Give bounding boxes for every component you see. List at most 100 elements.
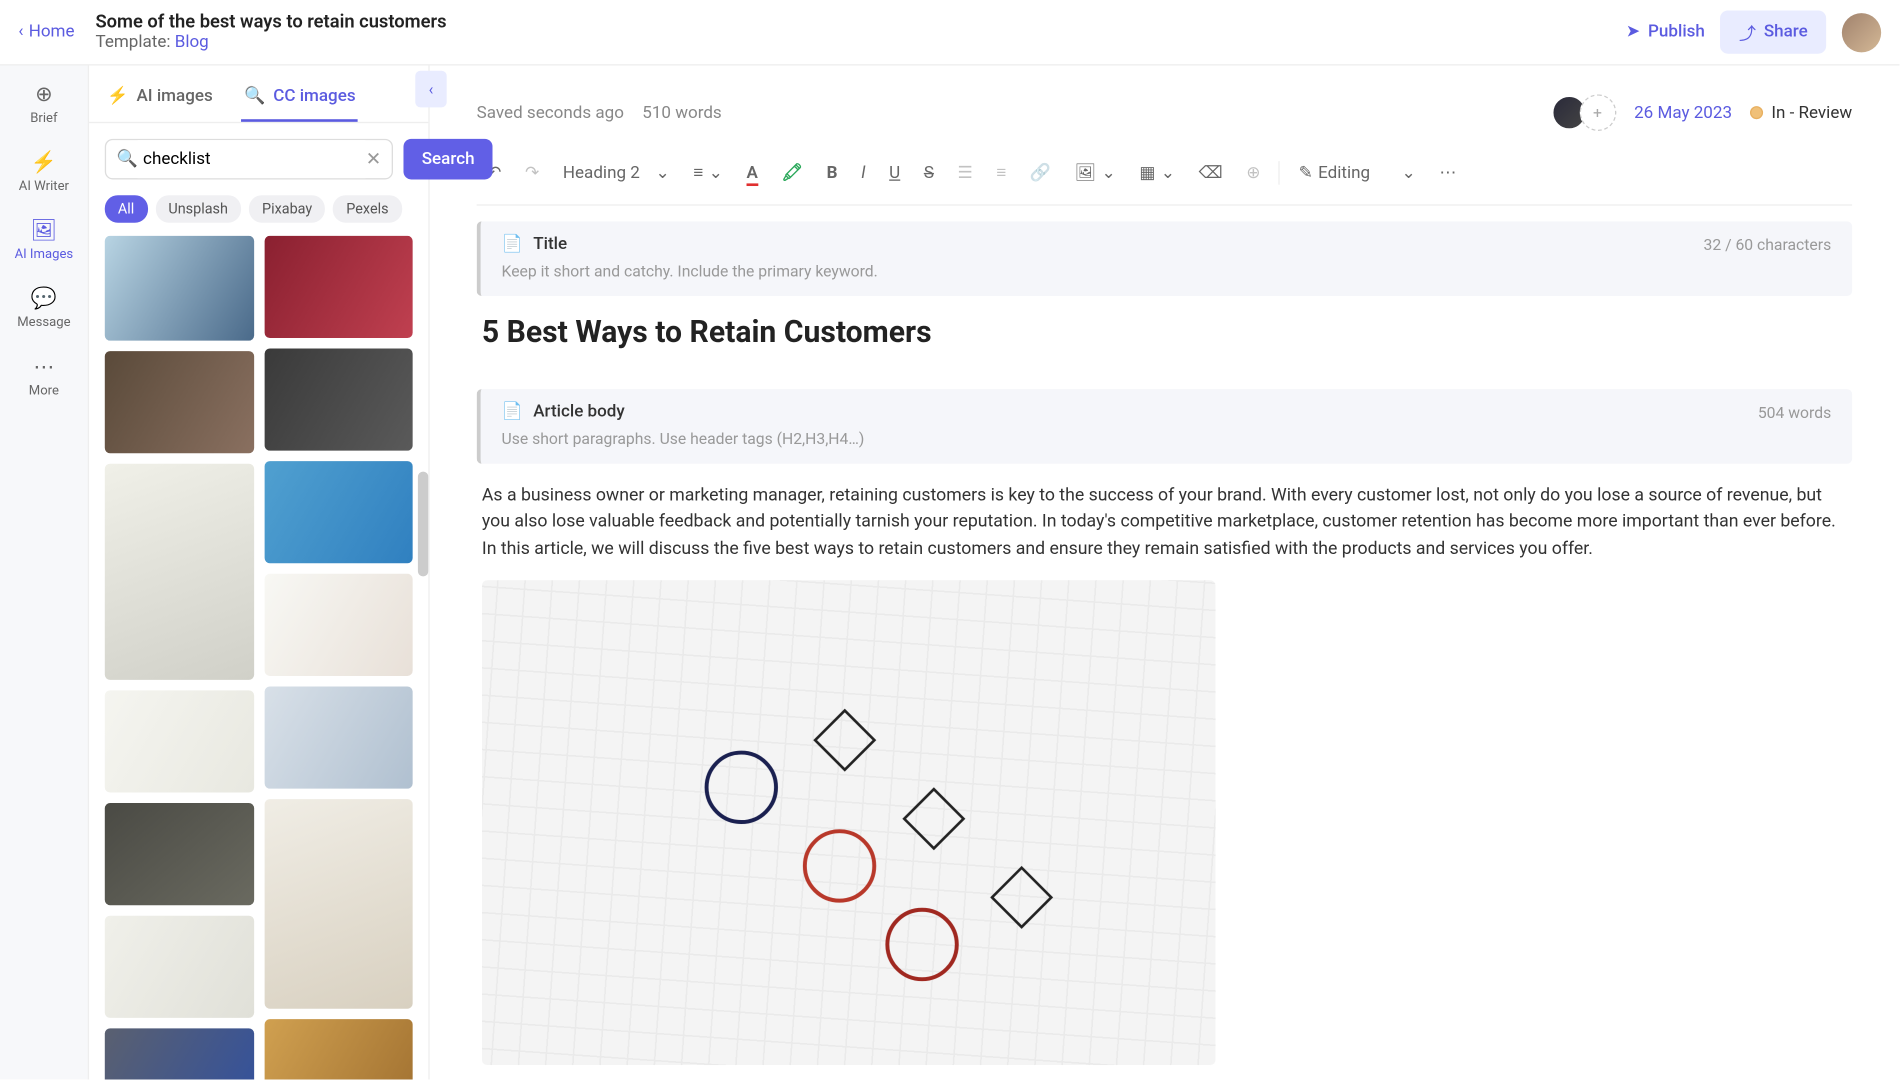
- search-icon: 🔍: [117, 149, 138, 169]
- tab-ai-images-label: AI images: [136, 86, 212, 106]
- more-toolbar-button[interactable]: ⋯: [1434, 160, 1462, 185]
- chevron-left-icon: ‹: [429, 80, 434, 98]
- title-section-header: 📄 Title 32 / 60 characters Keep it short…: [477, 221, 1853, 296]
- rail-ai-writer-label: AI Writer: [19, 179, 69, 193]
- gallery-item[interactable]: [264, 799, 413, 1009]
- side-panel: ‹ ⚡ AI images 🔍 CC images 🔍 ✕ Search: [89, 66, 430, 1080]
- underline-button[interactable]: U: [884, 160, 906, 185]
- rail-message[interactable]: 💬 Message: [17, 286, 70, 331]
- doc-date: 26 May 2023: [1634, 103, 1732, 123]
- strike-button[interactable]: S: [919, 160, 940, 185]
- rail-ai-writer[interactable]: ⚡ AI Writer: [19, 149, 69, 194]
- gallery-item[interactable]: [105, 803, 254, 905]
- editor: Saved seconds ago 510 words + 26 May 202…: [430, 66, 1900, 1080]
- search-button[interactable]: Search: [403, 139, 493, 180]
- search-input-wrap: 🔍 ✕: [105, 139, 393, 180]
- chevron-down-icon: ⌄: [709, 163, 723, 183]
- clear-format-button[interactable]: ⌫: [1194, 160, 1229, 185]
- home-link[interactable]: ‹ Home: [18, 22, 74, 42]
- gallery-item[interactable]: [264, 348, 413, 450]
- gallery-item[interactable]: [105, 690, 254, 792]
- rail-ai-images[interactable]: 🖼 AI Images: [15, 217, 74, 262]
- gallery-item[interactable]: [264, 236, 413, 338]
- status-badge[interactable]: In - Review: [1751, 103, 1853, 123]
- rail-message-label: Message: [17, 316, 70, 330]
- gallery-item[interactable]: [264, 686, 413, 788]
- table-button[interactable]: ▦ ⌄: [1134, 160, 1180, 185]
- chevron-down-icon: ⌄: [1161, 163, 1175, 183]
- gallery-item[interactable]: [105, 236, 254, 341]
- highlight-button[interactable]: 🖍: [776, 160, 808, 185]
- gallery-item[interactable]: [105, 1028, 254, 1079]
- gallery-item[interactable]: [105, 351, 254, 453]
- mode-label: Editing: [1318, 163, 1370, 183]
- body-hint: Use short paragraphs. Use header tags (H…: [502, 430, 1832, 448]
- chip-all[interactable]: All: [105, 195, 148, 223]
- saved-status: Saved seconds ago: [477, 103, 624, 123]
- title-block: Some of the best ways to retain customer…: [95, 12, 1610, 53]
- collaborators: +: [1550, 94, 1616, 131]
- collapse-panel-button[interactable]: ‹: [415, 71, 446, 108]
- bullet-list-button[interactable]: ☰: [952, 160, 978, 185]
- document-icon: 📄: [502, 234, 523, 254]
- status-label: In - Review: [1772, 103, 1853, 123]
- tab-cc-images[interactable]: 🔍 CC images: [242, 76, 359, 122]
- article-image[interactable]: [482, 580, 1216, 1065]
- gallery: [89, 236, 428, 1080]
- user-avatar[interactable]: [1842, 12, 1881, 51]
- upload-icon: ⤴: [1739, 20, 1756, 45]
- publish-button[interactable]: ➤ Publish: [1626, 22, 1705, 42]
- heading-select[interactable]: Heading 2 ⌄: [558, 160, 675, 185]
- neutral-face-icon: [803, 829, 876, 902]
- chip-unsplash[interactable]: Unsplash: [155, 195, 241, 223]
- gallery-item[interactable]: [264, 574, 413, 676]
- heading-label: Heading 2: [563, 163, 640, 183]
- insert-button[interactable]: ⊕: [1241, 160, 1266, 185]
- article-paragraph[interactable]: As a business owner or marketing manager…: [482, 482, 1847, 562]
- search-input[interactable]: [138, 140, 366, 178]
- redo-button[interactable]: ↷: [520, 160, 545, 185]
- bolt-icon: ⚡: [31, 149, 57, 174]
- gallery-item[interactable]: [105, 916, 254, 1018]
- template-link[interactable]: Blog: [175, 33, 209, 53]
- text-color-button[interactable]: A: [741, 160, 763, 185]
- chip-pexels[interactable]: Pexels: [333, 195, 401, 223]
- rail-brief-label: Brief: [30, 111, 57, 125]
- happy-face-icon: [705, 750, 778, 823]
- sad-face-icon: [886, 908, 959, 981]
- bolt-icon: ⚡: [107, 86, 128, 106]
- title-label: Title: [533, 234, 567, 254]
- align-button[interactable]: ≡ ⌄: [688, 160, 728, 186]
- mode-select[interactable]: ✎ Editing ⌄: [1294, 160, 1422, 185]
- gallery-item[interactable]: [105, 464, 254, 680]
- number-list-button[interactable]: ≡: [991, 160, 1011, 186]
- document-title-input[interactable]: 5 Best Ways to Retain Customers: [482, 314, 1847, 349]
- bold-button[interactable]: B: [822, 160, 843, 185]
- home-label: Home: [29, 22, 75, 42]
- gallery-item[interactable]: [264, 1019, 413, 1079]
- more-icon: ⋯: [33, 354, 54, 379]
- scrollbar[interactable]: [418, 472, 428, 577]
- body-word-count: 504 words: [1758, 403, 1831, 421]
- pencil-icon: ✎: [1299, 163, 1313, 183]
- tab-ai-images[interactable]: ⚡ AI images: [105, 76, 216, 122]
- image-icon: 🖼: [31, 217, 58, 242]
- link-button[interactable]: 🔗: [1025, 160, 1057, 185]
- gallery-item[interactable]: [264, 461, 413, 563]
- share-button[interactable]: ⤴ Share: [1721, 10, 1827, 53]
- template-label: Template:: [95, 33, 170, 53]
- title-hint: Keep it short and catchy. Include the pr…: [502, 262, 1832, 280]
- rail-brief[interactable]: ⊕ Brief: [30, 81, 57, 126]
- italic-button[interactable]: I: [856, 160, 871, 185]
- chevron-down-icon: ⌄: [656, 163, 670, 183]
- chevron-left-icon: ‹: [18, 22, 23, 42]
- search-icon: 🔍: [244, 86, 265, 106]
- chip-pixabay[interactable]: Pixabay: [249, 195, 325, 223]
- status-dot-icon: [1751, 106, 1764, 119]
- clear-icon[interactable]: ✕: [366, 149, 381, 170]
- add-collaborator-button[interactable]: +: [1579, 94, 1616, 131]
- image-button[interactable]: 🖼 ⌄: [1070, 160, 1122, 185]
- chevron-down-icon: ⌄: [1102, 163, 1116, 183]
- rail-more[interactable]: ⋯ More: [29, 354, 59, 399]
- body-label: Article body: [533, 402, 624, 422]
